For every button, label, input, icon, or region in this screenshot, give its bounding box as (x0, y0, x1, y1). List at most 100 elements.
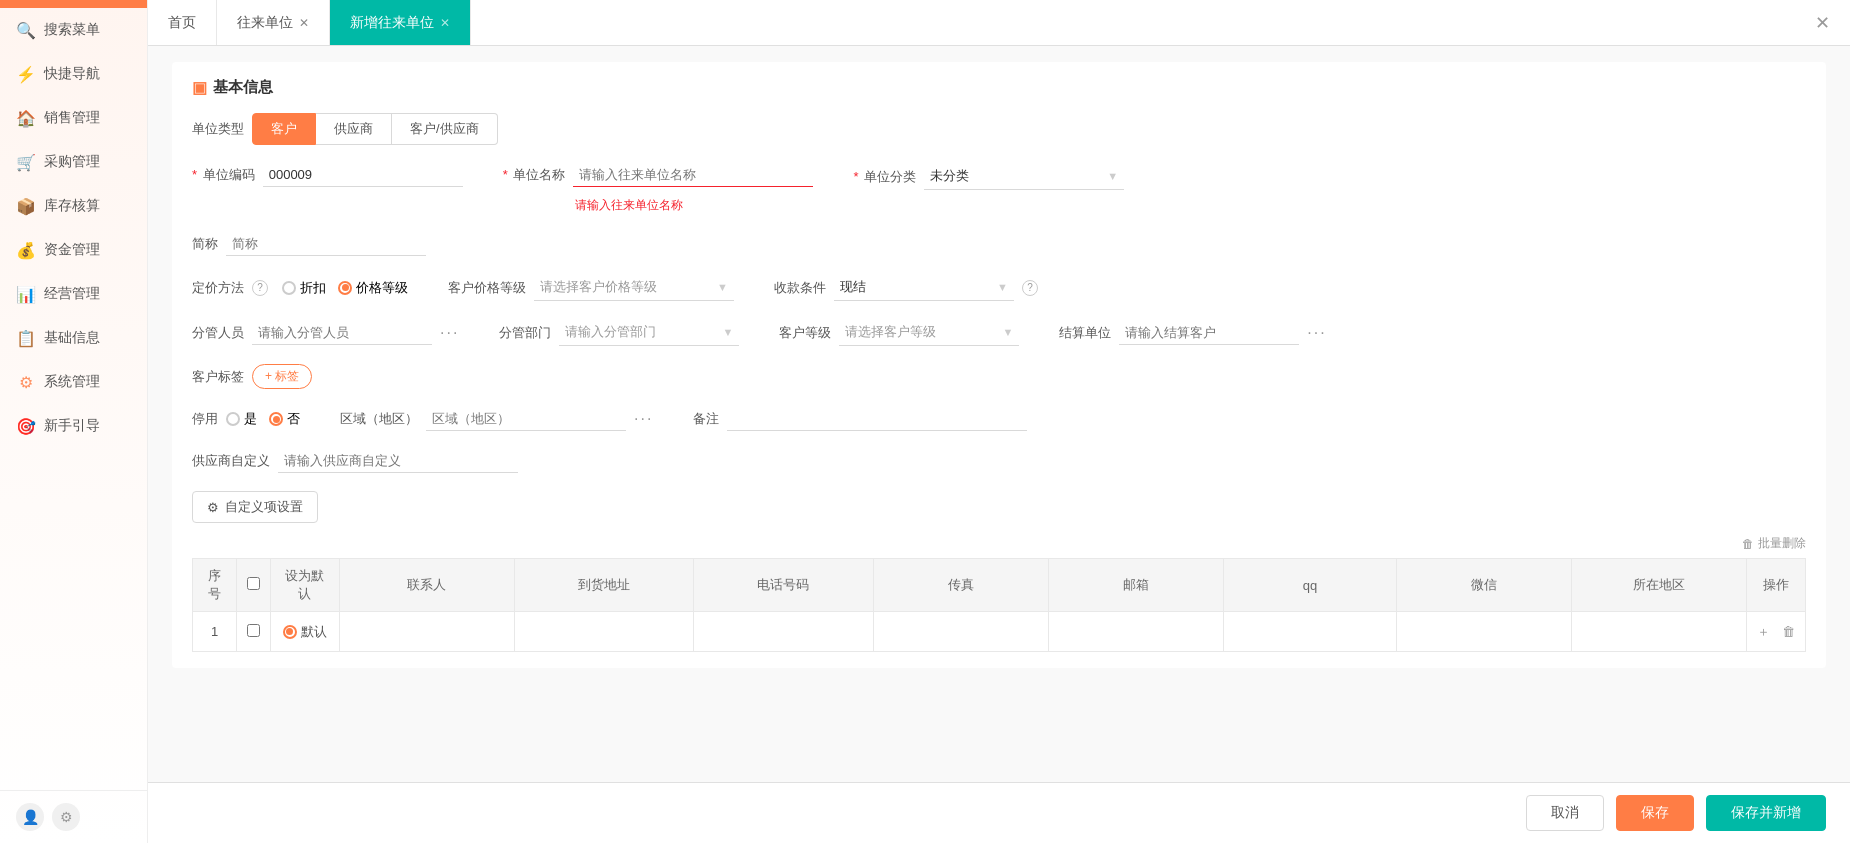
sidebar-top-bar (0, 0, 147, 8)
payment-help-icon[interactable]: ? (1022, 280, 1038, 296)
sidebar-item-guide[interactable]: 🎯 新手引导 (0, 404, 147, 448)
row-email[interactable] (1048, 612, 1223, 652)
pricing-level-option[interactable]: 价格等级 (338, 279, 408, 297)
sidebar-item-inventory[interactable]: 📦 库存核算 (0, 184, 147, 228)
sidebar-settings-icon[interactable]: ⚙ (52, 803, 80, 831)
email-input[interactable] (1059, 620, 1213, 643)
tag-add-label: + 标签 (265, 368, 299, 385)
table-header-row: 序号 设为默认 联系人 到货地址 电话号码 传真 邮箱 qq 微信 所在地区 操… (193, 559, 1806, 612)
sidebar-item-search[interactable]: 🔍 搜索菜单 (0, 8, 147, 52)
row-phone[interactable] (694, 612, 873, 652)
unit-code-input[interactable] (263, 163, 463, 187)
pricing-level-radio (338, 281, 352, 295)
tab-home[interactable]: 首页 (148, 0, 217, 45)
sidebar-item-finance[interactable]: 💰 资金管理 (0, 228, 147, 272)
tag-add-button[interactable]: + 标签 (252, 364, 312, 389)
unit-btn-customer[interactable]: 客户 (252, 113, 316, 145)
section-title-text: 基本信息 (213, 78, 273, 97)
tabbar-close-all[interactable]: ✕ (1807, 12, 1838, 34)
customer-price-select[interactable]: 请选择客户价格等级 ▼ (534, 274, 734, 301)
qq-input[interactable] (1234, 620, 1386, 643)
row-action: ＋ 🗑 (1747, 612, 1806, 652)
region-input[interactable] (1582, 620, 1736, 643)
row-add-btn[interactable]: ＋ (1757, 624, 1770, 639)
pricing-row: 定价方法 ? 折扣 价格等级 客户价 (192, 274, 1806, 301)
batch-delete-btn[interactable]: 🗑 批量删除 (192, 535, 1806, 552)
pricing-help-icon[interactable]: ? (252, 280, 268, 296)
dept-select[interactable]: 请输入分管部门 ▼ (559, 319, 739, 346)
region-input[interactable] (426, 407, 626, 431)
main-area: 首页 往来单位 ✕ 新增往来单位 ✕ ✕ ▣ 基本信息 单位类型 客户 (148, 0, 1850, 843)
contact-input[interactable] (350, 620, 504, 643)
col-action: 操作 (1747, 559, 1806, 612)
row-delete-btn[interactable]: 🗑 (1782, 624, 1795, 639)
abbr-field: 简称 (192, 232, 426, 256)
manager-input[interactable] (252, 321, 432, 345)
default-radio-item[interactable]: 默认 (281, 623, 328, 641)
wechat-input[interactable] (1407, 620, 1561, 643)
supplier-custom-input[interactable] (278, 449, 518, 473)
save-new-button[interactable]: 保存并新增 (1706, 795, 1826, 831)
unit-btn-both[interactable]: 客户/供应商 (392, 113, 498, 145)
sidebar-item-sales[interactable]: 🏠 销售管理 (0, 96, 147, 140)
customer-level-label: 客户等级 (779, 324, 831, 342)
custom-settings-icon: ⚙ (207, 500, 219, 515)
default-label: 默认 (301, 623, 327, 641)
row-wechat[interactable] (1396, 612, 1571, 652)
payment-terms-label: 收款条件 (774, 279, 826, 297)
unit-name-input[interactable] (573, 163, 813, 187)
unit-category-select[interactable]: 未分类 ▼ (924, 163, 1124, 190)
custom-settings-button[interactable]: ⚙ 自定义项设置 (192, 491, 318, 523)
row-fax[interactable] (873, 612, 1048, 652)
disabled-no-radio (269, 412, 283, 426)
sidebar-item-purchase[interactable]: 🛒 采购管理 (0, 140, 147, 184)
save-button[interactable]: 保存 (1616, 795, 1694, 831)
dept-placeholder: 请输入分管部门 (565, 323, 656, 341)
chevron-down-icon: ▼ (1107, 170, 1118, 182)
tab-contacts-close[interactable]: ✕ (299, 16, 309, 30)
sidebar-item-system[interactable]: ⚙ 系统管理 (0, 360, 147, 404)
sidebar-item-label: 快捷导航 (44, 65, 100, 83)
cancel-button[interactable]: 取消 (1526, 795, 1604, 831)
manager-field: 分管人员 ··· (192, 321, 459, 345)
row-address[interactable] (514, 612, 693, 652)
unit-type-row: 单位类型 客户 供应商 客户/供应商 (192, 113, 1806, 145)
abbr-input[interactable] (226, 232, 426, 256)
batch-delete-icon: 🗑 (1742, 537, 1754, 551)
customer-price-field: 客户价格等级 请选择客户价格等级 ▼ (448, 274, 734, 301)
sidebar-item-quick-nav[interactable]: ⚡ 快捷导航 (0, 52, 147, 96)
tab-new-contacts[interactable]: 新增往来单位 ✕ (330, 0, 471, 45)
row-select-checkbox[interactable] (247, 624, 260, 637)
manager-more-btn[interactable]: ··· (440, 324, 459, 342)
remark-input[interactable] (727, 407, 1027, 431)
disabled-no-option[interactable]: 否 (269, 410, 300, 428)
row-default[interactable]: 默认 (271, 612, 339, 652)
settlement-input[interactable] (1119, 321, 1299, 345)
row-qq[interactable] (1223, 612, 1396, 652)
disabled-yes-option[interactable]: 是 (226, 410, 257, 428)
phone-input[interactable] (704, 620, 862, 643)
row-checkbox[interactable] (237, 612, 271, 652)
sidebar-user-icon[interactable]: 👤 (16, 803, 44, 831)
tab-contacts[interactable]: 往来单位 ✕ (217, 0, 330, 45)
row-contact[interactable] (339, 612, 514, 652)
customer-level-select[interactable]: 请选择客户等级 ▼ (839, 319, 1019, 346)
disabled-yes-label: 是 (244, 410, 257, 428)
row-region[interactable] (1572, 612, 1747, 652)
search-menu-icon: 🔍 (16, 20, 36, 40)
pricing-discount-option[interactable]: 折扣 (282, 279, 326, 297)
remark-field: 备注 (693, 407, 1027, 431)
tab-new-contacts-close[interactable]: ✕ (440, 16, 450, 30)
disabled-yes-radio (226, 412, 240, 426)
region-more-btn[interactable]: ··· (634, 410, 653, 428)
pricing-level-label: 价格等级 (356, 279, 408, 297)
sidebar-item-operation[interactable]: 📊 经营管理 (0, 272, 147, 316)
unit-btn-supplier[interactable]: 供应商 (316, 113, 392, 145)
payment-terms-select[interactable]: 现结 ▼ (834, 274, 1014, 301)
fax-input[interactable] (884, 620, 1038, 643)
unit-name-label: * 单位名称 (503, 166, 566, 184)
select-all-checkbox[interactable] (247, 577, 260, 590)
settlement-more-btn[interactable]: ··· (1307, 324, 1326, 342)
sidebar-item-base-info[interactable]: 📋 基础信息 (0, 316, 147, 360)
address-input[interactable] (525, 620, 683, 643)
